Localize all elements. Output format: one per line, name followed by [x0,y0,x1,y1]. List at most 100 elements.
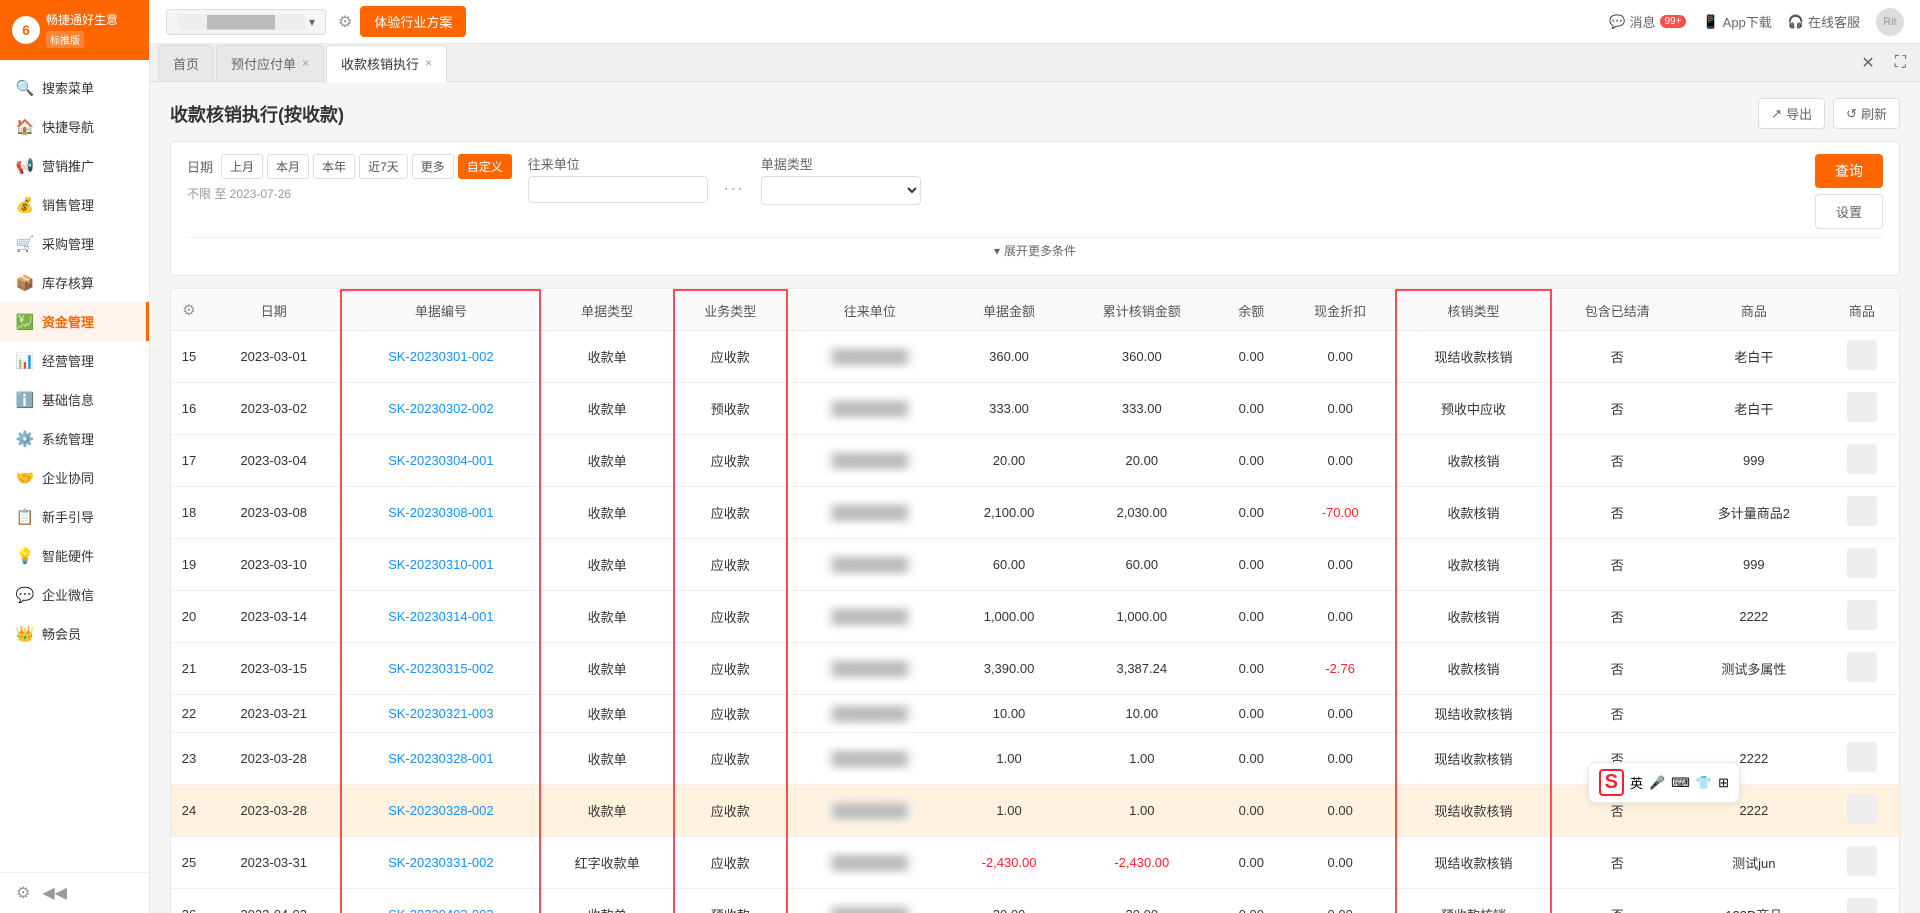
export-button[interactable]: ↗ 导出 [1758,98,1825,129]
this-month-btn[interactable]: 本月 [267,154,309,179]
app-download-label: App下载 [1723,12,1772,31]
account-selector[interactable]: ████████ ▾ [166,9,326,35]
gear-icon[interactable]: ⚙ [338,12,352,32]
user-avatar-item[interactable]: Rit [1876,8,1904,36]
tab-collection-exec[interactable]: 收款核销执行× [326,45,447,82]
cell-biz-type: 预收款 [674,889,787,913]
cell-writeoff-type: 预收中应收 [1396,383,1551,435]
sidebar-item-operations[interactable]: 📊经营管理 [0,341,149,380]
cell-counterpart: ████████ [787,837,952,889]
table-row: 17 2023-03-04 SK-20230304-001 收款单 应收款 ██… [171,435,1899,487]
cell-cash-discount: -2.76 [1285,643,1396,695]
column-settings-icon[interactable]: ⚙ [182,302,195,319]
bill-no-link[interactable]: SK-20230308-001 [388,505,494,520]
cell-cash-discount: 0.00 [1285,733,1396,785]
cell-biz-type: 应收款 [674,643,787,695]
settings-bottom-icon[interactable]: ⚙ [16,883,30,903]
last-month-btn[interactable]: 上月 [221,154,263,179]
brand-s-icon: S [1599,769,1624,796]
cell-date: 2023-03-28 [207,733,341,785]
cell-date: 2023-03-02 [207,383,341,435]
bill-type-select[interactable]: 收款单 红字收款单 [761,176,921,205]
bill-no-link[interactable]: SK-20230310-001 [388,557,494,572]
sidebar-item-inventory[interactable]: 📦库存核算 [0,263,149,302]
sidebar-item-quick-nav[interactable]: 🏠快捷导航 [0,107,149,146]
cell-balance: 0.00 [1217,383,1285,435]
cell-amount: 1.00 [952,733,1066,785]
expand-more-btn[interactable]: ▾ 展开更多条件 [187,237,1883,263]
cell-product1: 测试jun [1683,837,1825,889]
sidebar-item-system[interactable]: ⚙️系统管理 [0,419,149,458]
bill-no-link[interactable]: SK-20230321-003 [388,706,494,721]
counterpart-input[interactable] [528,176,708,203]
cell-write-off-amount: 20.00 [1066,435,1217,487]
cell-bill-no: SK-20230328-002 [341,785,540,837]
bill-no-link[interactable]: SK-20230302-002 [388,401,494,416]
cell-cash-discount: 0.00 [1285,539,1396,591]
account-selector-text: ████████ [177,14,305,30]
refresh-button[interactable]: ↺ 刷新 [1833,98,1900,129]
this-year-btn[interactable]: 本年 [313,154,355,179]
sidebar-item-search[interactable]: 🔍搜索菜单 [0,68,149,107]
mic-icon: 🎤 [1649,775,1665,791]
topbar-right: 💬 消息 99+ 📱 App下载 🎧 在线客服 Rit [1609,8,1904,36]
close-tab-button[interactable]: ✕ [1855,51,1880,75]
query-button[interactable]: 查询 [1815,154,1883,188]
online-support-item[interactable]: 🎧 在线客服 [1788,12,1860,31]
sidebar-item-hardware[interactable]: 💡智能硬件 [0,536,149,575]
sidebar-item-member[interactable]: 👑畅会员 [0,614,149,653]
cell-bill-no: SK-20230308-001 [341,487,540,539]
sidebar-item-basic-info[interactable]: ℹ️基础信息 [0,380,149,419]
cell-product2 [1825,695,1899,733]
sidebar-item-marketing[interactable]: 📢营销推广 [0,146,149,185]
sidebar-label-wechat: 企业微信 [42,585,94,604]
bill-no-link[interactable]: SK-20230403-002 [388,907,494,913]
cell-include-settled: 否 [1551,383,1683,435]
chevron-down-icon: ▾ [309,15,315,29]
headset-icon: 🎧 [1788,14,1804,30]
bill-no-link[interactable]: SK-20230331-002 [388,855,494,870]
bill-no-link[interactable]: SK-20230304-001 [388,453,494,468]
cell-product2 [1825,785,1899,837]
cell-bill-type: 收款单 [540,695,674,733]
tab-home[interactable]: 首页 [158,45,214,81]
sidebar-item-sales[interactable]: 💰销售管理 [0,185,149,224]
shirt-icon: 👕 [1696,775,1712,791]
tab-close-collection-exec[interactable]: × [425,56,432,70]
cell-date: 2023-03-15 [207,643,341,695]
cell-amount: 1,000.00 [952,591,1066,643]
cell-bill-type: 收款单 [540,435,674,487]
bill-no-link[interactable]: SK-20230328-001 [388,751,494,766]
cell-balance: 0.00 [1217,487,1285,539]
tab-pre-payment[interactable]: 预付应付单× [216,45,324,81]
app-download-item[interactable]: 📱 App下载 [1702,12,1771,31]
online-support-label: 在线客服 [1808,12,1860,31]
sidebar-item-wechat[interactable]: 💬企业微信 [0,575,149,614]
more-date-btn[interactable]: 更多 [412,154,454,179]
filter-settings-button[interactable]: 设置 [1815,194,1883,229]
bill-no-link[interactable]: SK-20230328-002 [388,803,494,818]
cell-writeoff-type: 现结收款核销 [1396,695,1551,733]
tab-close-pre-payment[interactable]: × [302,56,309,70]
sidebar-item-guide[interactable]: 📋新手引导 [0,497,149,536]
cell-date: 2023-03-08 [207,487,341,539]
bill-no-link[interactable]: SK-20230301-002 [388,349,494,364]
th-include-settled: 包含已结清 [1551,290,1683,331]
th-balance: 余额 [1217,290,1285,331]
sidebar-item-purchase[interactable]: 🛒采购管理 [0,224,149,263]
sidebar-item-finance[interactable]: 💹资金管理 [0,302,149,341]
collapse-icon[interactable]: ◀◀ [42,883,67,903]
sidebar-item-enterprise[interactable]: 🤝企业协同 [0,458,149,497]
messages-item[interactable]: 💬 消息 99+ [1609,12,1686,31]
custom-date-btn[interactable]: 自定义 [458,154,512,179]
cell-amount: -2,430.00 [952,837,1066,889]
table-header: ⚙ 日期 单据编号 单据类型 业务类型 往来单位 单据金额 累计核销金额 余额 … [171,290,1899,331]
bill-no-link[interactable]: SK-20230315-002 [388,661,494,676]
sidebar-label-sales: 销售管理 [42,195,94,214]
maximize-tab-button[interactable]: ⛶ [1889,51,1912,75]
bill-no-link[interactable]: SK-20230314-001 [388,609,494,624]
cell-bill-no: SK-20230321-003 [341,695,540,733]
cell-no: 16 [171,383,207,435]
industry-solution-button[interactable]: 体验行业方案 [360,6,466,37]
last-7-days-btn[interactable]: 近7天 [359,154,408,179]
